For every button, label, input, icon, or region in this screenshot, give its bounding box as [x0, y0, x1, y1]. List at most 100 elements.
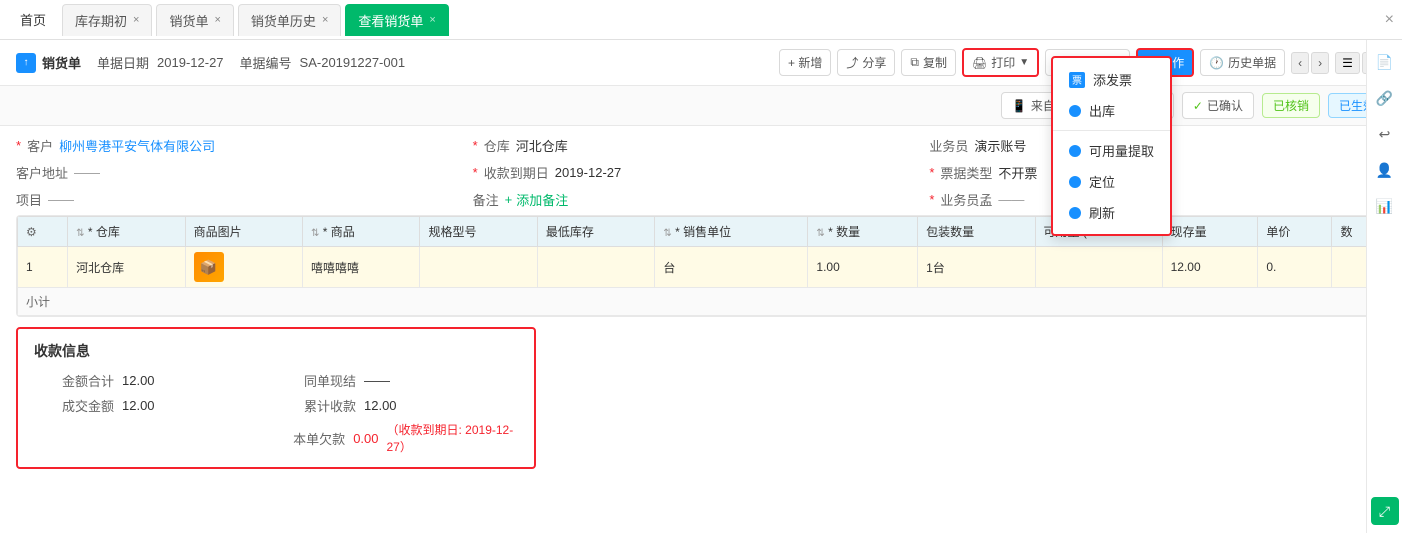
new-button[interactable]: + 新增: [779, 49, 831, 76]
summary-col-right: 同单现结 —— 累计收款 12.00 本单欠款 0.00 （收款到期日: 201…: [276, 371, 518, 455]
window-close-button[interactable]: ×: [1385, 11, 1394, 29]
col-product[interactable]: ⇅ * 商品: [303, 217, 420, 247]
cell-qty: 1.00: [808, 247, 918, 288]
list-view-button[interactable]: ☰: [1335, 52, 1360, 74]
due-row: 本单欠款 0.00 （收款到期日: 2019-12-27）: [276, 421, 518, 455]
history-icon: 🕐: [1209, 56, 1224, 70]
nav-arrows: ‹ ›: [1291, 52, 1329, 74]
plus-icon: +: [505, 192, 513, 207]
date-value: 2019-12-27: [157, 55, 224, 70]
history-button[interactable]: 🕐 历史单据: [1200, 49, 1285, 76]
cell-product: 嘻嘻嘻嘻: [303, 247, 420, 288]
close-inventory-tab[interactable]: ×: [133, 14, 139, 26]
gear-icon[interactable]: ⚙: [26, 225, 37, 239]
col-spec: 规格型号: [420, 217, 537, 247]
copy-button[interactable]: ⧉ 复制: [901, 49, 956, 76]
product-table: ⚙ ⇅ * 仓库 商品图片 ⇅ * 商品 规格型号 最低库存 ⇅ * 销售单位 …: [17, 216, 1385, 316]
address-field: 客户地址 ——: [16, 163, 473, 182]
summary-grid: 金额合计 12.00 成交金额 12.00 同单现结 —— 累计收款 12.00: [34, 371, 518, 455]
refresh-icon: [1069, 207, 1081, 219]
dropdown-available-extract[interactable]: 可用量提取: [1053, 135, 1170, 166]
dropdown-divider: [1053, 130, 1170, 131]
cell-current-stock: 12.00: [1162, 247, 1258, 288]
cell-spec: [420, 247, 537, 288]
col-gear[interactable]: ⚙: [18, 217, 68, 247]
product-image-icon: 📦: [200, 259, 217, 276]
subtotal-row: 小计: [18, 288, 1385, 316]
col-unit-price: 单价: [1258, 217, 1332, 247]
summary-box: 收款信息 金额合计 12.00 成交金额 12.00 同单现结 —— 累计收款: [16, 327, 536, 469]
print-button[interactable]: 🖨 打印 ▼: [962, 48, 1039, 77]
sidebar-expand-icon[interactable]: ⤢: [1371, 497, 1399, 525]
cancelled-badge[interactable]: 已核销: [1262, 93, 1320, 118]
transaction-label: 成交金额: [34, 396, 114, 415]
total-value: 12.00: [122, 373, 155, 388]
summary-col-left: 金额合计 12.00 成交金额 12.00: [34, 371, 276, 455]
locate-icon: [1069, 176, 1081, 188]
sidebar-return-icon[interactable]: ↩: [1371, 120, 1399, 148]
same-order-row: 同单现结 ——: [276, 371, 518, 390]
cell-warehouse: 河北仓库: [68, 247, 185, 288]
share-button[interactable]: ⤴ 分享: [837, 49, 895, 76]
operations-dropdown: 票 添发票 出库 可用量提取 定位 刷新: [1051, 56, 1172, 236]
add-remark-button[interactable]: + 添加备注: [505, 190, 569, 209]
outbound-icon: [1069, 105, 1081, 117]
date-label: 单据日期 2019-12-27: [97, 53, 224, 72]
number-label: 单据编号 SA-20191227-001: [240, 53, 406, 72]
extract-icon: [1069, 145, 1081, 157]
col-warehouse[interactable]: ⇅ * 仓库: [68, 217, 185, 247]
col-pack: 包装数量: [918, 217, 1035, 247]
product-image: 📦: [194, 252, 224, 282]
sidebar-link-icon[interactable]: 🔗: [1371, 84, 1399, 112]
due-label: 本单欠款: [276, 429, 345, 448]
invoice-icon: 票: [1069, 72, 1085, 88]
table-header-row: ⚙ ⇅ * 仓库 商品图片 ⇅ * 商品 规格型号 最低库存 ⇅ * 销售单位 …: [18, 217, 1385, 247]
print-dropdown-icon: ▼: [1019, 57, 1029, 68]
cell-pack: 1台: [918, 247, 1035, 288]
customer-field: * 客户 柳州粤港平安气体有限公司: [16, 136, 473, 155]
due-note: （收款到期日: 2019-12-27）: [387, 421, 519, 455]
dropdown-outbound[interactable]: 出库: [1053, 95, 1170, 126]
close-view-tab[interactable]: ×: [429, 14, 435, 26]
close-sales-tab[interactable]: ×: [214, 14, 220, 26]
transaction-value: 12.00: [122, 398, 155, 413]
col-unit: ⇅ * 销售单位: [655, 217, 808, 247]
dropdown-refresh[interactable]: 刷新: [1053, 197, 1170, 228]
cell-min-stock: [537, 247, 654, 288]
doc-type: ↑ 销货单: [16, 53, 81, 73]
sidebar-user-icon[interactable]: 👤: [1371, 156, 1399, 184]
table-row[interactable]: 1 河北仓库 📦 嘻嘻嘻嘻 台 1.00 1台 12.00 0.: [18, 247, 1385, 288]
doc-meta: 单据日期 2019-12-27 单据编号 SA-20191227-001: [97, 53, 405, 72]
share-icon: ⤴: [846, 54, 858, 71]
close-history-tab[interactable]: ×: [322, 14, 328, 26]
cell-unit: 台: [655, 247, 808, 288]
tab-sales-history[interactable]: 销货单历史 ×: [238, 4, 341, 36]
sidebar-doc-icon[interactable]: 📄: [1371, 48, 1399, 76]
summary-title: 收款信息: [34, 341, 518, 361]
check-icon: ✓: [1193, 99, 1203, 113]
cumulative-row: 累计收款 12.00: [276, 396, 518, 415]
next-button[interactable]: ›: [1311, 52, 1329, 74]
col-image: 商品图片: [185, 217, 302, 247]
tab-view-sales[interactable]: 查看销货单 ×: [345, 4, 448, 36]
col-min-stock: 最低库存: [537, 217, 654, 247]
form-section: * 客户 柳州粤港平安气体有限公司 * 仓库 河北仓库 业务员 演示账号 客户地…: [0, 126, 1402, 215]
action-bar: 📱 来自手机 ● 未开票 ✓ 已确认 已核销 已生效: [0, 86, 1402, 126]
tab-sales-order[interactable]: 销货单 ×: [156, 4, 233, 36]
sidebar-chart-icon[interactable]: 📊: [1371, 192, 1399, 220]
tab-inventory-init[interactable]: 库存期初 ×: [62, 4, 152, 36]
dropdown-locate[interactable]: 定位: [1053, 166, 1170, 197]
cell-num: 1: [18, 247, 68, 288]
dropdown-add-invoice[interactable]: 票 添发票: [1053, 64, 1170, 95]
phone-icon: 📱: [1012, 99, 1027, 113]
total-label: 金额合计: [34, 371, 114, 390]
print-icon: 🖨: [972, 56, 987, 70]
col-current-stock: 现存量: [1162, 217, 1258, 247]
confirm-button[interactable]: ✓ 已确认: [1182, 92, 1254, 119]
doc-type-icon: ↑: [16, 53, 36, 73]
transaction-row: 成交金额 12.00: [34, 396, 276, 415]
tab-home[interactable]: 首页: [8, 10, 58, 29]
copy-icon: ⧉: [910, 55, 919, 70]
doc-type-label: 销货单: [42, 53, 81, 72]
prev-button[interactable]: ‹: [1291, 52, 1309, 74]
